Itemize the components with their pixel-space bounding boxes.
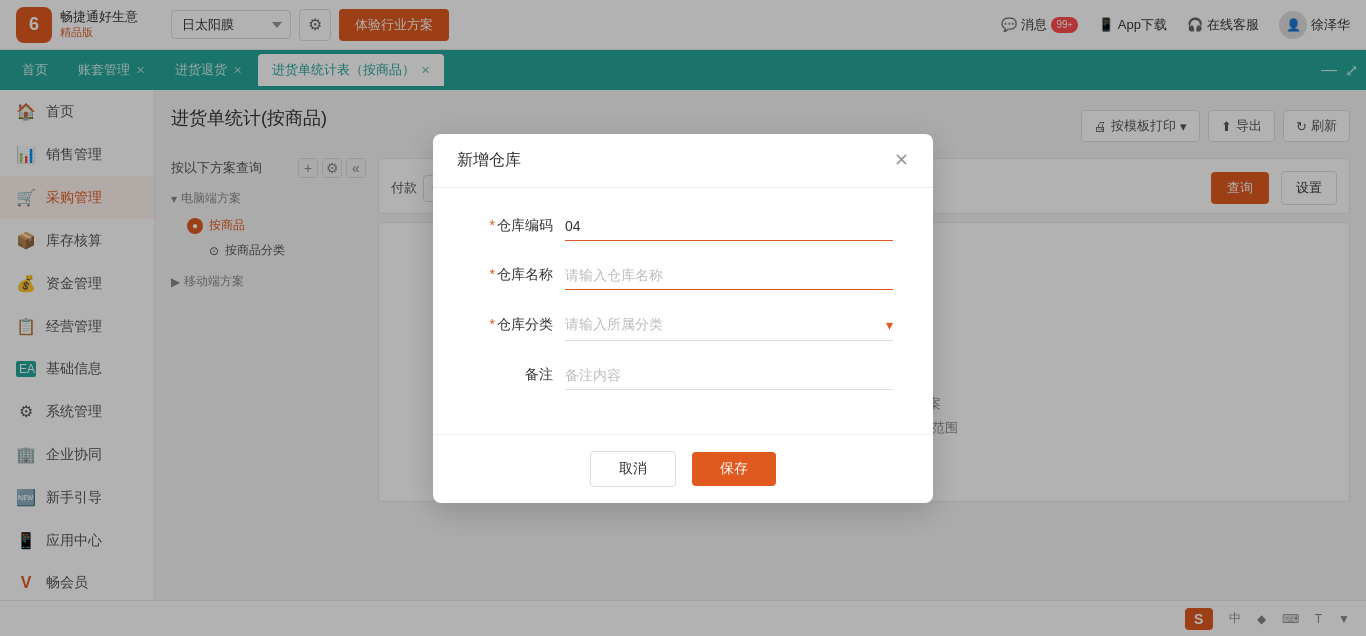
name-label: *仓库名称 bbox=[473, 266, 553, 284]
new-warehouse-modal: 新增仓库 ✕ *仓库编码 *仓库名称 *仓库分类 bbox=[433, 134, 933, 503]
cancel-button[interactable]: 取消 bbox=[590, 451, 676, 487]
form-row-category: *仓库分类 请输入所属分类 ▾ bbox=[473, 310, 893, 341]
modal-footer: 取消 保存 bbox=[433, 434, 933, 503]
modal-body: *仓库编码 *仓库名称 *仓库分类 请输入所属分类 ▾ bbox=[433, 188, 933, 434]
form-row-note: 备注 bbox=[473, 361, 893, 390]
modal-overlay[interactable]: 新增仓库 ✕ *仓库编码 *仓库名称 *仓库分类 bbox=[0, 0, 1366, 636]
category-label: *仓库分类 bbox=[473, 316, 553, 334]
modal-title: 新增仓库 bbox=[457, 150, 521, 171]
save-button[interactable]: 保存 bbox=[692, 452, 776, 486]
note-input[interactable] bbox=[565, 361, 893, 390]
category-dropdown-icon: ▾ bbox=[886, 317, 893, 333]
form-row-code: *仓库编码 bbox=[473, 212, 893, 241]
modal-close-btn[interactable]: ✕ bbox=[894, 151, 909, 169]
form-row-name: *仓库名称 bbox=[473, 261, 893, 290]
modal-header: 新增仓库 ✕ bbox=[433, 134, 933, 188]
note-label: 备注 bbox=[473, 366, 553, 384]
category-select[interactable]: 请输入所属分类 ▾ bbox=[565, 310, 893, 341]
code-label: *仓库编码 bbox=[473, 217, 553, 235]
code-input[interactable] bbox=[565, 212, 893, 241]
category-placeholder: 请输入所属分类 bbox=[565, 316, 886, 334]
name-input[interactable] bbox=[565, 261, 893, 290]
